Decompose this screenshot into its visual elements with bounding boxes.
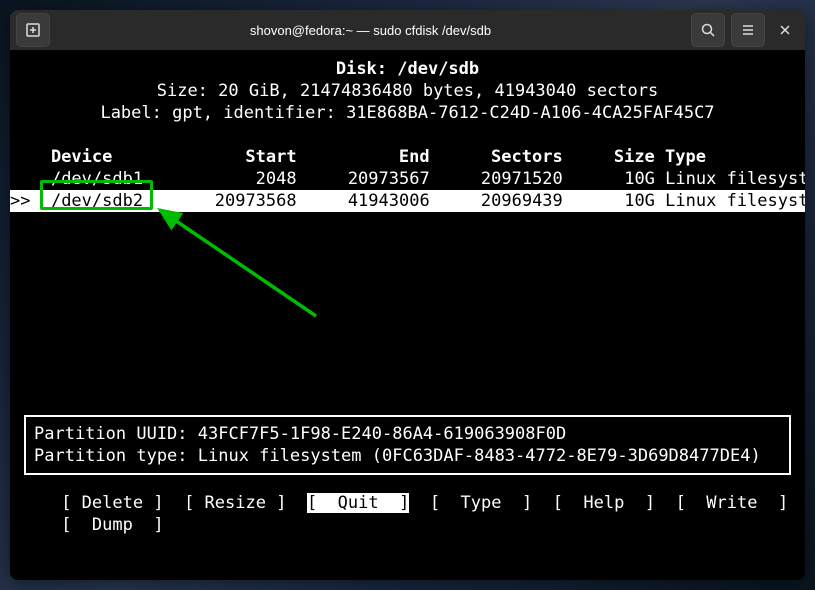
- info-uuid: Partition UUID: 43FCF7F5-1F98-E240-86A4-…: [34, 424, 566, 444]
- cell-device: /dev/sdb2: [51, 191, 143, 211]
- menu-dump[interactable]: [ Dump ]: [61, 515, 163, 535]
- disk-title: Disk: /dev/sdb: [10, 58, 805, 80]
- menu-button[interactable]: [731, 13, 765, 47]
- cell-start: 20973568: [215, 191, 297, 211]
- new-tab-icon: [25, 22, 41, 38]
- window-title: shovon@fedora:~ — sudo cfdisk /dev/sdb: [52, 23, 689, 38]
- table-row-selected[interactable]: >> /dev/sdb2 20973568 41943006 20969439 …: [10, 190, 805, 212]
- info-type: Partition type: Linux filesystem (0FC63D…: [34, 446, 761, 466]
- col-device: Device Start End Sectors Size Type: [10, 147, 706, 167]
- cell-end: 41943006: [348, 191, 430, 211]
- partition-info-box: Partition UUID: 43FCF7F5-1F98-E240-86A4-…: [24, 415, 791, 475]
- cell-sectors: 20969439: [481, 191, 563, 211]
- cell-start: 2048: [256, 169, 297, 189]
- table-row[interactable]: /dev/sdb1 2048 20973567 20971520 10G Lin…: [10, 168, 805, 190]
- new-tab-button[interactable]: [16, 13, 50, 47]
- search-icon: [700, 22, 716, 38]
- terminal-window: shovon@fedora:~ — sudo cfdisk /dev/sdb: [10, 10, 805, 580]
- search-button[interactable]: [691, 13, 725, 47]
- menu-delete[interactable]: [ Delete ]: [61, 493, 163, 513]
- close-icon: [778, 23, 792, 37]
- terminal-content[interactable]: Disk: /dev/sdb Size: 20 GiB, 21474836480…: [10, 50, 805, 580]
- menu-resize[interactable]: [ Resize ]: [184, 493, 286, 513]
- menu-quit[interactable]: [ Quit ]: [307, 493, 409, 513]
- cell-type: Linux filesystem: [665, 191, 805, 211]
- cell-device: /dev/sdb1: [51, 169, 143, 189]
- hamburger-icon: [740, 22, 756, 38]
- cell-size: 10G: [624, 191, 655, 211]
- disk-size-line: Size: 20 GiB, 21474836480 bytes, 4194304…: [10, 80, 805, 102]
- cell-sectors: 20971520: [481, 169, 563, 189]
- cell-end: 20973567: [348, 169, 430, 189]
- cell-type: Linux filesystem: [665, 169, 805, 189]
- menu-write[interactable]: [ Write ]: [676, 493, 789, 513]
- disk-label-line: Label: gpt, identifier: 31E868BA-7612-C2…: [10, 102, 805, 124]
- partition-table-header: Device Start End Sectors Size Type: [10, 146, 805, 168]
- titlebar: shovon@fedora:~ — sudo cfdisk /dev/sdb: [10, 10, 805, 50]
- menu-type[interactable]: [ Type ]: [430, 493, 532, 513]
- menu-bar: [ Delete ] [ Resize ] [ Quit ] [ Type ] …: [10, 492, 805, 536]
- cell-size: 10G: [624, 169, 655, 189]
- close-button[interactable]: [769, 14, 801, 46]
- menu-help[interactable]: [ Help ]: [553, 493, 655, 513]
